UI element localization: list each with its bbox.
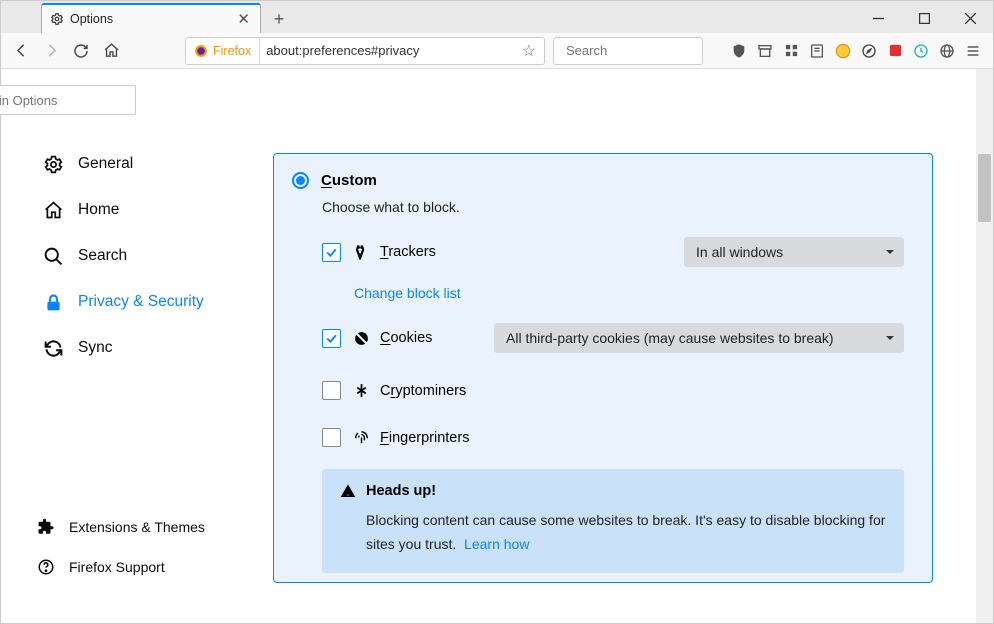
checkbox-trackers-label: Trackers [353,244,436,261]
radio-custom-label: Custom [321,172,377,189]
cryptominers-icon [353,382,370,399]
ext-shield-icon[interactable] [729,41,749,61]
ext-reader-icon[interactable] [807,41,827,61]
checkbox-trackers[interactable] [322,243,341,262]
firefox-icon [194,44,208,58]
panel-subtext: Choose what to block. [322,199,904,215]
radio-custom[interactable] [292,172,309,189]
warning-icon [340,483,356,499]
search-icon [43,246,64,267]
sidebar-item-home[interactable]: Home [37,187,237,233]
lock-icon [43,292,64,313]
sidebar-item-label: Search [78,247,127,265]
home-icon [43,200,64,221]
titlebar: Options ✕ + [1,1,993,33]
category-sidebar: General Home Search Privacy & Security S… [37,141,237,371]
fingerprint-icon [353,429,370,446]
window-maximize-button[interactable] [901,3,947,33]
cookies-icon [353,330,370,347]
sidebar-item-support[interactable]: Firefox Support [37,547,205,587]
ext-compass-icon[interactable] [859,41,879,61]
sidebar-item-general[interactable]: General [37,141,237,187]
find-in-options [0,85,136,115]
heads-up-box: Heads up! Blocking content can cause som… [322,469,904,573]
checkbox-fingerprinters-label: Fingerprinters [353,429,469,446]
help-icon [37,558,55,576]
sidebar-bottom: Extensions & Themes Firefox Support [37,507,205,587]
learn-how-link[interactable]: Learn how [464,536,529,552]
window-close-button[interactable] [947,3,993,33]
window-minimize-button[interactable] [855,3,901,33]
sidebar-item-extensions[interactable]: Extensions & Themes [37,507,205,547]
puzzle-icon [37,518,55,536]
checkbox-cryptominers[interactable] [322,381,341,400]
checkbox-cryptominers-label: Cryptominers [353,382,466,399]
sidebar-item-privacy[interactable]: Privacy & Security [37,279,237,325]
trackers-icon [353,244,370,261]
heads-up-body: Blocking content can cause some websites… [366,512,885,552]
url-bar[interactable]: Firefox ☆ [185,37,545,65]
new-tab-button[interactable]: + [265,5,293,33]
preferences-page: General Home Search Privacy & Security S… [1,69,993,623]
bookmark-star-icon[interactable]: ☆ [514,41,544,61]
checkbox-cookies-label: Cookies [353,330,432,347]
trackers-dropdown[interactable]: In all windows [684,237,904,267]
ext-yellow-icon[interactable] [833,41,853,61]
sync-icon [43,338,64,359]
find-input[interactable] [0,85,136,115]
sidebar-item-label: Home [78,201,119,219]
forward-button[interactable] [37,37,65,65]
sidebar-item-label: Firefox Support [69,559,165,575]
sidebar-item-label: Extensions & Themes [69,519,205,535]
sidebar-item-label: Sync [78,339,112,357]
ext-grid-icon[interactable] [781,41,801,61]
change-blocklist-link[interactable]: Change block list [354,285,461,301]
url-input[interactable] [260,43,513,58]
search-input[interactable] [566,43,742,58]
vertical-scrollbar[interactable] [976,69,993,623]
ext-teal-icon[interactable] [911,41,931,61]
tab-close-icon[interactable]: ✕ [235,10,252,28]
identity-box[interactable]: Firefox [186,38,260,64]
back-button[interactable] [7,37,35,65]
heads-up-title: Heads up! [366,483,436,499]
checkbox-cookies[interactable] [322,329,341,348]
tab-title: Options [70,12,235,26]
ext-archive-icon[interactable] [755,41,775,61]
ext-red-icon[interactable] [885,41,905,61]
custom-blocking-panel: Custom Choose what to block. Trackers In… [273,153,933,583]
browser-tab[interactable]: Options ✕ [41,3,261,33]
navigation-toolbar: Firefox ☆ [1,33,993,69]
scrollbar-thumb[interactable] [978,154,991,222]
sidebar-item-label: Privacy & Security [78,293,204,311]
home-button[interactable] [97,37,125,65]
menu-button[interactable] [963,41,983,61]
ext-globe-icon[interactable] [937,41,957,61]
gear-icon [43,154,64,175]
sidebar-item-search[interactable]: Search [37,233,237,279]
cookies-dropdown[interactable]: All third-party cookies (may cause websi… [494,323,904,353]
gear-icon [50,12,64,26]
reload-button[interactable] [67,37,95,65]
toolbar-extensions [729,41,987,61]
sidebar-item-sync[interactable]: Sync [37,325,237,371]
sidebar-item-label: General [78,155,133,173]
checkbox-fingerprinters[interactable] [322,428,341,447]
search-bar[interactable] [553,37,703,65]
